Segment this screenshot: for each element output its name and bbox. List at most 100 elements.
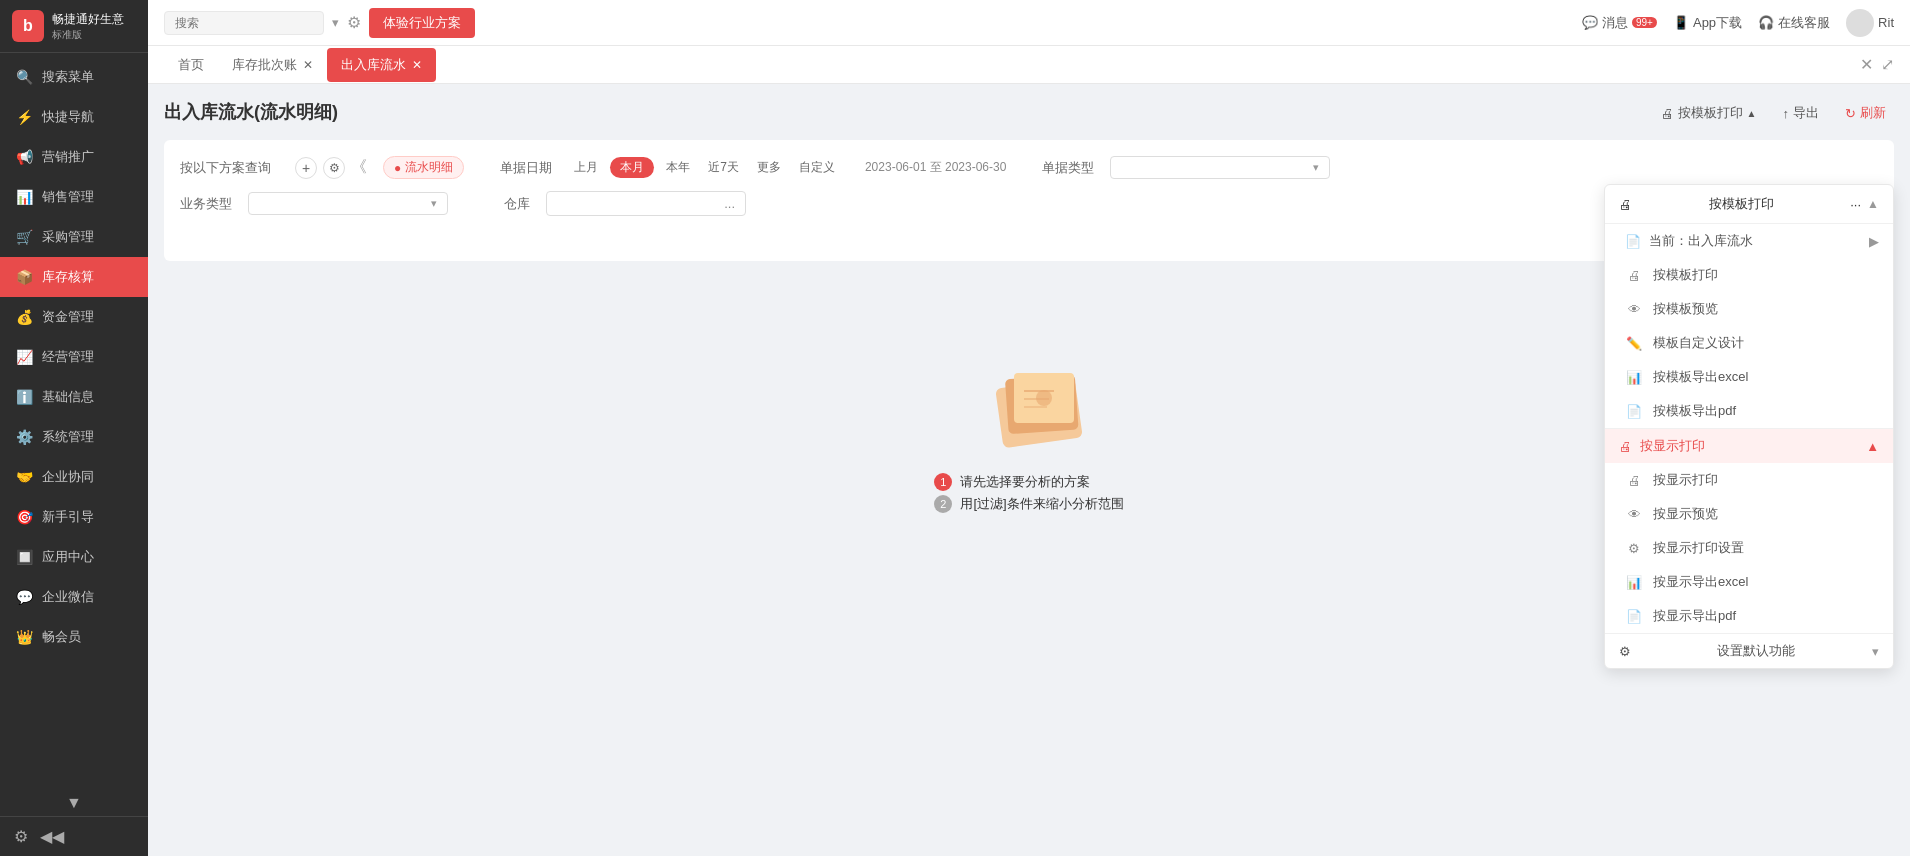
- sidebar-item-9[interactable]: ⚙️系统管理: [0, 417, 148, 457]
- sidebar-item-8[interactable]: ℹ️基础信息: [0, 377, 148, 417]
- dropdown-item-4[interactable]: 📄按模板导出pdf: [1605, 394, 1893, 428]
- dropdown-section2-item-1[interactable]: 👁按显示预览: [1605, 497, 1893, 531]
- message-btn[interactable]: 💬 消息 99+: [1582, 14, 1657, 32]
- settings-icon[interactable]: ⚙: [14, 827, 28, 846]
- user-avatar-btn[interactable]: Rit: [1846, 9, 1894, 37]
- more-dots[interactable]: ···: [1850, 197, 1861, 212]
- date-tab-更多[interactable]: 更多: [751, 157, 787, 178]
- dropdown-section2-item-3[interactable]: 📊按显示导出excel: [1605, 565, 1893, 599]
- collapse-sidebar-icon[interactable]: ◀◀: [40, 827, 64, 846]
- warehouse-select[interactable]: ...: [546, 191, 746, 216]
- sidebar-scroll-down[interactable]: ▼: [0, 790, 148, 816]
- dropdown-section2-item-4[interactable]: 📄按显示导出pdf: [1605, 599, 1893, 633]
- item-label-1: 按模板预览: [1653, 300, 1718, 318]
- sidebar-item-14[interactable]: 👑畅会员: [0, 617, 148, 657]
- dropdown-section2-item-0[interactable]: 🖨按显示打印: [1605, 463, 1893, 497]
- topbar-gear-icon[interactable]: ⚙: [347, 13, 361, 32]
- filter-settings-btn[interactable]: ⚙: [323, 157, 345, 179]
- refresh-btn[interactable]: ↻ 刷新: [1837, 100, 1894, 126]
- tab-controls: ✕ ⤢: [1860, 55, 1894, 74]
- filter-actions: + ⚙ 《: [295, 157, 367, 179]
- sidebar-item-4[interactable]: 🛒采购管理: [0, 217, 148, 257]
- business-type-select[interactable]: ▾: [248, 192, 448, 215]
- search-chevron-icon[interactable]: ▾: [332, 15, 339, 30]
- customer-service-btn[interactable]: 🎧 在线客服: [1758, 14, 1830, 32]
- date-tab-本年[interactable]: 本年: [660, 157, 696, 178]
- date-tab-上月[interactable]: 上月: [568, 157, 604, 178]
- sidebar-item-12[interactable]: 🔲应用中心: [0, 537, 148, 577]
- nav-label-5: 库存核算: [42, 268, 94, 286]
- dropdown-current-item[interactable]: 📄 当前：出入库流水 ▶: [1605, 224, 1893, 258]
- filter-add-btn[interactable]: +: [295, 157, 317, 179]
- type-chevron-icon: ▾: [1313, 161, 1319, 174]
- scroll-down-btn[interactable]: ▼: [66, 794, 82, 812]
- date-tab-自定义[interactable]: 自定义: [793, 157, 841, 178]
- page-content: 出入库流水(流水明细) 🖨 按模板打印 ▲ ↑ 导出 ↻ 刷新 按以下方案查询: [148, 84, 1910, 856]
- search-input[interactable]: [164, 11, 324, 35]
- dropdown-item-2[interactable]: ✏️模板自定义设计: [1605, 326, 1893, 360]
- current-arrow-right-icon: ▶: [1869, 234, 1879, 249]
- sidebar-item-11[interactable]: 🎯新手引导: [0, 497, 148, 537]
- export-btn[interactable]: ↑ 导出: [1775, 100, 1828, 126]
- nav-label-1: 快捷导航: [42, 108, 94, 126]
- sidebar-item-6[interactable]: 💰资金管理: [0, 297, 148, 337]
- current-item-icon: 📄: [1625, 234, 1641, 249]
- nav-label-6: 资金管理: [42, 308, 94, 326]
- dropdown-section2-item-2[interactable]: ⚙按显示打印设置: [1605, 531, 1893, 565]
- sidebar-item-1[interactable]: ⚡ 快捷导航: [0, 97, 148, 137]
- topbar: ▾ ⚙ 体验行业方案 💬 消息 99+ 📱 App下载 🎧 在线客服 Rit: [148, 0, 1910, 46]
- sidebar-item-7[interactable]: 📈经营管理: [0, 337, 148, 377]
- expand-icon[interactable]: ⤢: [1881, 55, 1894, 74]
- dropdown-item-3[interactable]: 📊按模板导出excel: [1605, 360, 1893, 394]
- sidebar-item-0[interactable]: 🔍搜索菜单: [0, 57, 148, 97]
- date-tab-本月[interactable]: 本月: [610, 157, 654, 178]
- date-label: 单据日期: [500, 159, 552, 177]
- tab-close-inventory[interactable]: ✕: [303, 58, 313, 72]
- filter-tag-flow[interactable]: ● 流水明细: [383, 156, 464, 179]
- nav-icon-1: ⚡: [14, 107, 34, 127]
- dropdown-item-1[interactable]: 👁 按模板预览: [1605, 292, 1893, 326]
- type-label: 单据类型: [1042, 159, 1094, 177]
- message-icon: 💬: [1582, 15, 1598, 30]
- sidebar-item-10[interactable]: 🤝企业协同: [0, 457, 148, 497]
- nav-icon-3: 📊: [14, 187, 34, 207]
- s2-icon-2: ⚙: [1625, 539, 1643, 557]
- dropdown-up-arrow-icon[interactable]: ▲: [1867, 197, 1879, 211]
- sidebar-item-3[interactable]: 📊销售管理: [0, 177, 148, 217]
- document-type-select[interactable]: ▾: [1110, 156, 1330, 179]
- item-icon-1: 👁: [1625, 300, 1643, 318]
- dropdown-item-0[interactable]: 🖨按模板打印: [1605, 258, 1893, 292]
- tab-stock-flow[interactable]: 出入库流水 ✕: [327, 48, 436, 82]
- sidebar-item-5[interactable]: 📦库存核算: [0, 257, 148, 297]
- empty-step-2: 2 用[过滤]条件来缩小分析范围: [934, 495, 1123, 513]
- app-download-btn[interactable]: 📱 App下载: [1673, 14, 1742, 32]
- print-template-btn[interactable]: 🖨 按模板打印 ▲: [1653, 100, 1765, 126]
- nav-icon-11: 🎯: [14, 507, 34, 527]
- close-all-icon[interactable]: ✕: [1860, 55, 1873, 74]
- warehouse-more-icon: ...: [724, 196, 735, 211]
- sidebar: b 畅捷通好生意 标准版 🔍搜索菜单⚡快捷导航📢营销推广📊销售管理🛒采购管理📦库…: [0, 0, 148, 856]
- tab-close-stock-flow[interactable]: ✕: [412, 58, 422, 72]
- bottom-arrow-icon: ▾: [1872, 644, 1879, 659]
- empty-step-1: 1 请先选择要分析的方案: [934, 473, 1123, 491]
- date-tab-近7天[interactable]: 近7天: [702, 157, 745, 178]
- empty-illustration: [979, 353, 1079, 453]
- step-1-num: 1: [934, 473, 952, 491]
- tab-inventory-batch[interactable]: 库存批次账 ✕: [218, 48, 327, 82]
- dropdown-bottom[interactable]: ⚙ 设置默认功能 ▾: [1605, 634, 1893, 668]
- nav-icon-7: 📈: [14, 347, 34, 367]
- print-chevron-up-icon: ▲: [1747, 108, 1757, 119]
- item-icon-4: 📄: [1625, 402, 1643, 420]
- filter-tag-icon: ●: [394, 161, 401, 175]
- sidebar-item-2[interactable]: 📢营销推广: [0, 137, 148, 177]
- section2-header[interactable]: 🖨 按显示打印 ▲: [1605, 429, 1893, 463]
- nav-label-4: 采购管理: [42, 228, 94, 246]
- tab-home[interactable]: 首页: [164, 48, 218, 82]
- filter-row-1: 按以下方案查询 + ⚙ 《 ● 流水明细 单据日期 上月本月本年近7天更多自定义…: [180, 156, 1878, 179]
- trial-btn[interactable]: 体验行业方案: [369, 8, 475, 38]
- nav-icon-8: ℹ️: [14, 387, 34, 407]
- topbar-right: 💬 消息 99+ 📱 App下载 🎧 在线客服 Rit: [1582, 9, 1894, 37]
- s2-label-3: 按显示导出excel: [1653, 573, 1748, 591]
- sidebar-item-13[interactable]: 💬企业微信: [0, 577, 148, 617]
- filter-collapse-icon[interactable]: 《: [351, 157, 367, 178]
